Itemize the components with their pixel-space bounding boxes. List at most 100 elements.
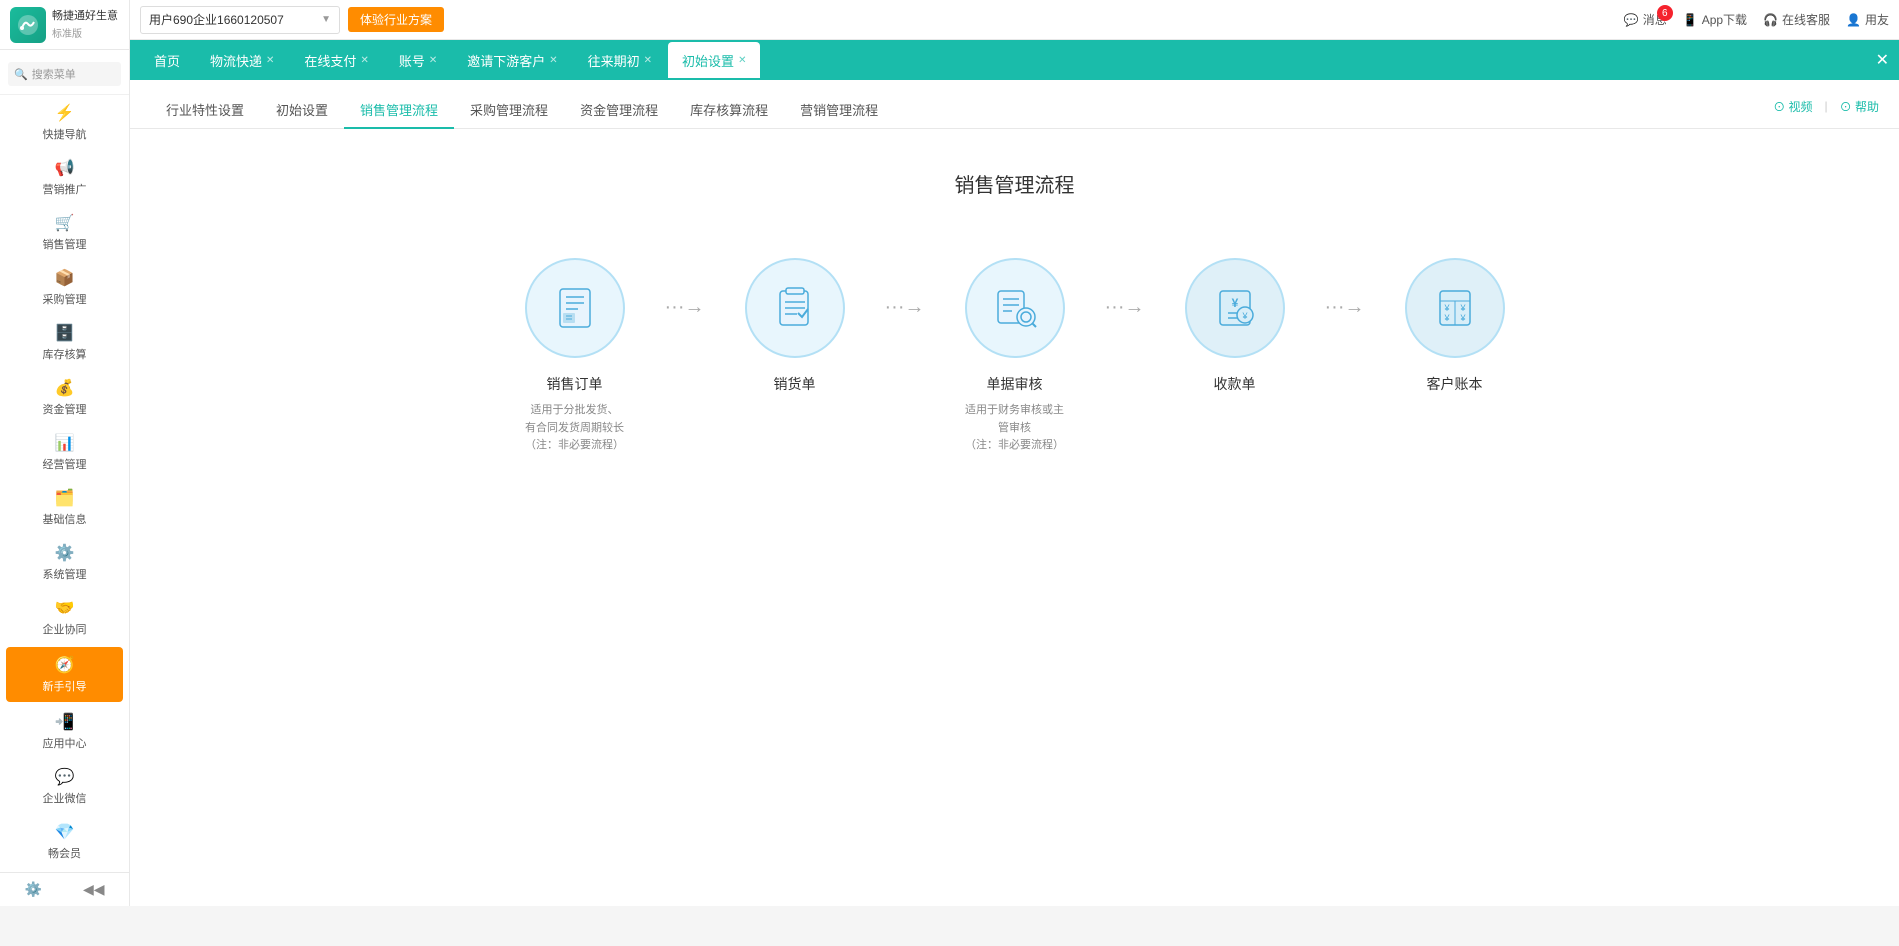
tab-logistics-close-icon[interactable]: ✕	[266, 55, 274, 66]
tab-period[interactable]: 往来期初 ✕	[574, 42, 666, 78]
flow-step-receipt: ¥ ¥ 收款单	[1155, 258, 1315, 402]
flow-step-ledger: ¥ ¥ ¥ ¥ 客户账本	[1375, 258, 1535, 402]
tab-invite-close-icon[interactable]: ✕	[549, 55, 557, 66]
tab-home[interactable]: 首页	[140, 42, 194, 78]
user-profile-button[interactable]: 👤 用友	[1846, 11, 1889, 28]
sidebar-item-label: 资金管理	[43, 401, 87, 417]
tab-payment[interactable]: 在线支付 ✕	[290, 42, 382, 78]
sidebar-item-finance[interactable]: 💰 资金管理	[0, 370, 129, 425]
flow-step-audit: 单据审核 适用于财务审核或主管审核（注：非必要流程）	[935, 258, 1095, 455]
sidebar-item-operations[interactable]: 📊 经营管理	[0, 425, 129, 480]
tab-invite[interactable]: 邀请下游客户 ✕	[453, 42, 571, 78]
sidebar-item-sales[interactable]: 🛒 销售管理	[0, 205, 129, 260]
tab-init-settings-label: 初始设置	[682, 51, 734, 70]
customer-service-icon: 🎧	[1763, 13, 1778, 27]
sub-tab-init-label: 初始设置	[276, 103, 328, 118]
sidebar-item-label: 营销推广	[43, 181, 87, 197]
svg-text:¥: ¥	[1459, 313, 1466, 323]
user-avatar-icon: 👤	[1846, 13, 1861, 27]
delivery-circle	[745, 258, 845, 358]
user-selector[interactable]: 用户690企业1660120507 ▼	[140, 6, 340, 34]
sidebar-search[interactable]: 🔍 搜索菜单	[0, 54, 129, 95]
settings-button[interactable]: ⚙️	[25, 881, 42, 898]
arrow-4: ···→	[1315, 258, 1375, 319]
tab-account-close-icon[interactable]: ✕	[429, 55, 437, 66]
tab-init-settings-close-icon[interactable]: ✕	[738, 55, 746, 66]
sub-tab-init[interactable]: 初始设置	[260, 92, 344, 129]
sub-tab-industry[interactable]: 行业特性设置	[150, 92, 260, 129]
sidebar-item-marketing[interactable]: 📢 营销推广	[0, 150, 129, 205]
basic-info-icon: 🗂️	[55, 488, 75, 508]
collapse-button[interactable]: ◀◀	[83, 881, 105, 898]
nav-tabs: 首页 物流快递 ✕ 在线支付 ✕ 账号 ✕ 邀请下游客户 ✕ 往来期初 ✕ 初始…	[130, 40, 1899, 80]
svg-text:¥: ¥	[1231, 296, 1238, 310]
guide-icon: 🧭	[55, 655, 75, 675]
tab-logistics[interactable]: 物流快递 ✕	[196, 42, 288, 78]
wechat-icon: 💬	[55, 767, 75, 787]
message-button[interactable]: 💬 消息 6	[1624, 11, 1667, 28]
sidebar-item-app-center[interactable]: 📲 应用中心	[0, 704, 129, 759]
divider: |	[1825, 99, 1828, 113]
tab-period-close-icon[interactable]: ✕	[644, 55, 652, 66]
svg-text:¥: ¥	[1443, 313, 1450, 323]
tab-payment-label: 在线支付	[304, 51, 356, 70]
app-download-button[interactable]: 📱 App下载	[1683, 11, 1747, 28]
arrow-1-icon: ···→	[665, 296, 705, 319]
flow-title: 销售管理流程	[150, 169, 1879, 198]
ledger-circle: ¥ ¥ ¥ ¥	[1405, 258, 1505, 358]
sidebar-item-label: 企业协同	[43, 621, 87, 637]
search-label: 搜索菜单	[32, 66, 76, 82]
tab-account-label: 账号	[399, 51, 425, 70]
tab-payment-close-icon[interactable]: ✕	[360, 55, 368, 66]
sidebar-item-enterprise-collab[interactable]: 🤝 企业协同	[0, 590, 129, 645]
main-wrapper: 首页 物流快递 ✕ 在线支付 ✕ 账号 ✕ 邀请下游客户 ✕ 往来期初 ✕ 初始…	[130, 40, 1899, 906]
sidebar-item-quick-nav[interactable]: ⚡ 快捷导航	[0, 95, 129, 150]
tab-init-settings[interactable]: 初始设置 ✕	[668, 42, 760, 78]
app-download-label: App下载	[1702, 11, 1747, 28]
sub-tab-purchase-flow[interactable]: 采购管理流程	[454, 92, 564, 129]
sub-tab-finance-flow[interactable]: 资金管理流程	[564, 92, 674, 129]
tab-period-label: 往来期初	[588, 51, 640, 70]
sidebar-item-system[interactable]: ⚙️ 系统管理	[0, 535, 129, 590]
user-selector-text: 用户690企业1660120507	[149, 11, 284, 28]
sub-tab-purchase-flow-label: 采购管理流程	[470, 103, 548, 118]
sub-tab-industry-label: 行业特性设置	[166, 103, 244, 118]
help-button[interactable]: ⊙ 帮助	[1840, 98, 1879, 115]
close-all-tabs-button[interactable]: ✕	[1876, 50, 1889, 70]
sidebar-item-label: 快捷导航	[43, 126, 87, 142]
sub-tab-sales-flow[interactable]: 销售管理流程	[344, 92, 454, 129]
sub-tab-inventory-flow-label: 库存核算流程	[690, 103, 768, 118]
sub-tab-inventory-flow[interactable]: 库存核算流程	[674, 92, 784, 129]
search-icon: 🔍	[14, 68, 28, 81]
sub-tab-marketing-flow[interactable]: 营销管理流程	[784, 92, 894, 129]
svg-text:¥: ¥	[1443, 303, 1450, 313]
top-header: 用户690企业1660120507 ▼ 体验行业方案 💬 消息 6 📱 App下…	[0, 0, 1899, 40]
sub-tab-sales-flow-label: 销售管理流程	[360, 103, 438, 118]
purchase-icon: 📦	[55, 268, 75, 288]
tab-logistics-label: 物流快递	[210, 51, 262, 70]
sidebar-logo: 畅捷通好生意 标准版	[0, 0, 129, 50]
sidebar-item-label: 系统管理	[43, 566, 87, 582]
tab-account[interactable]: 账号 ✕	[385, 42, 451, 78]
sidebar-item-basic-info[interactable]: 🗂️ 基础信息	[0, 480, 129, 535]
app-version: 标准版	[52, 25, 118, 40]
sidebar-item-purchase[interactable]: 📦 采购管理	[0, 260, 129, 315]
sidebar: 畅捷通好生意 标准版 🔍 搜索菜单 ⚡ 快捷导航 📢 营销推广 🛒 销售管理 📦…	[0, 0, 130, 906]
sales-order-desc: 适用于分批发货、有合同发货周期较长（注：非必要流程）	[525, 402, 624, 455]
customer-service-label: 在线客服	[1782, 11, 1830, 28]
sidebar-item-wechat[interactable]: 💬 企业微信	[0, 759, 129, 814]
sidebar-item-guide[interactable]: 🧭 新手引导	[6, 647, 123, 702]
customer-service-button[interactable]: 🎧 在线客服	[1763, 11, 1830, 28]
sidebar-item-label: 新手引导	[43, 678, 87, 694]
message-icon: 💬	[1624, 13, 1639, 27]
video-help-button[interactable]: ⊙ 视频	[1773, 98, 1812, 115]
audit-circle	[965, 258, 1065, 358]
sidebar-item-label: 企业微信	[43, 790, 87, 806]
receipt-name: 收款单	[1214, 374, 1256, 394]
marketing-icon: 📢	[55, 158, 75, 178]
trial-button[interactable]: 体验行业方案	[348, 7, 444, 32]
sidebar-item-inventory[interactable]: 🗄️ 库存核算	[0, 315, 129, 370]
flow-step-delivery: 销货单	[715, 258, 875, 402]
sidebar-item-member[interactable]: 💎 畅会员	[0, 814, 129, 869]
flow-steps: 销售订单 适用于分批发货、有合同发货周期较长（注：非必要流程） ···→	[150, 258, 1879, 455]
